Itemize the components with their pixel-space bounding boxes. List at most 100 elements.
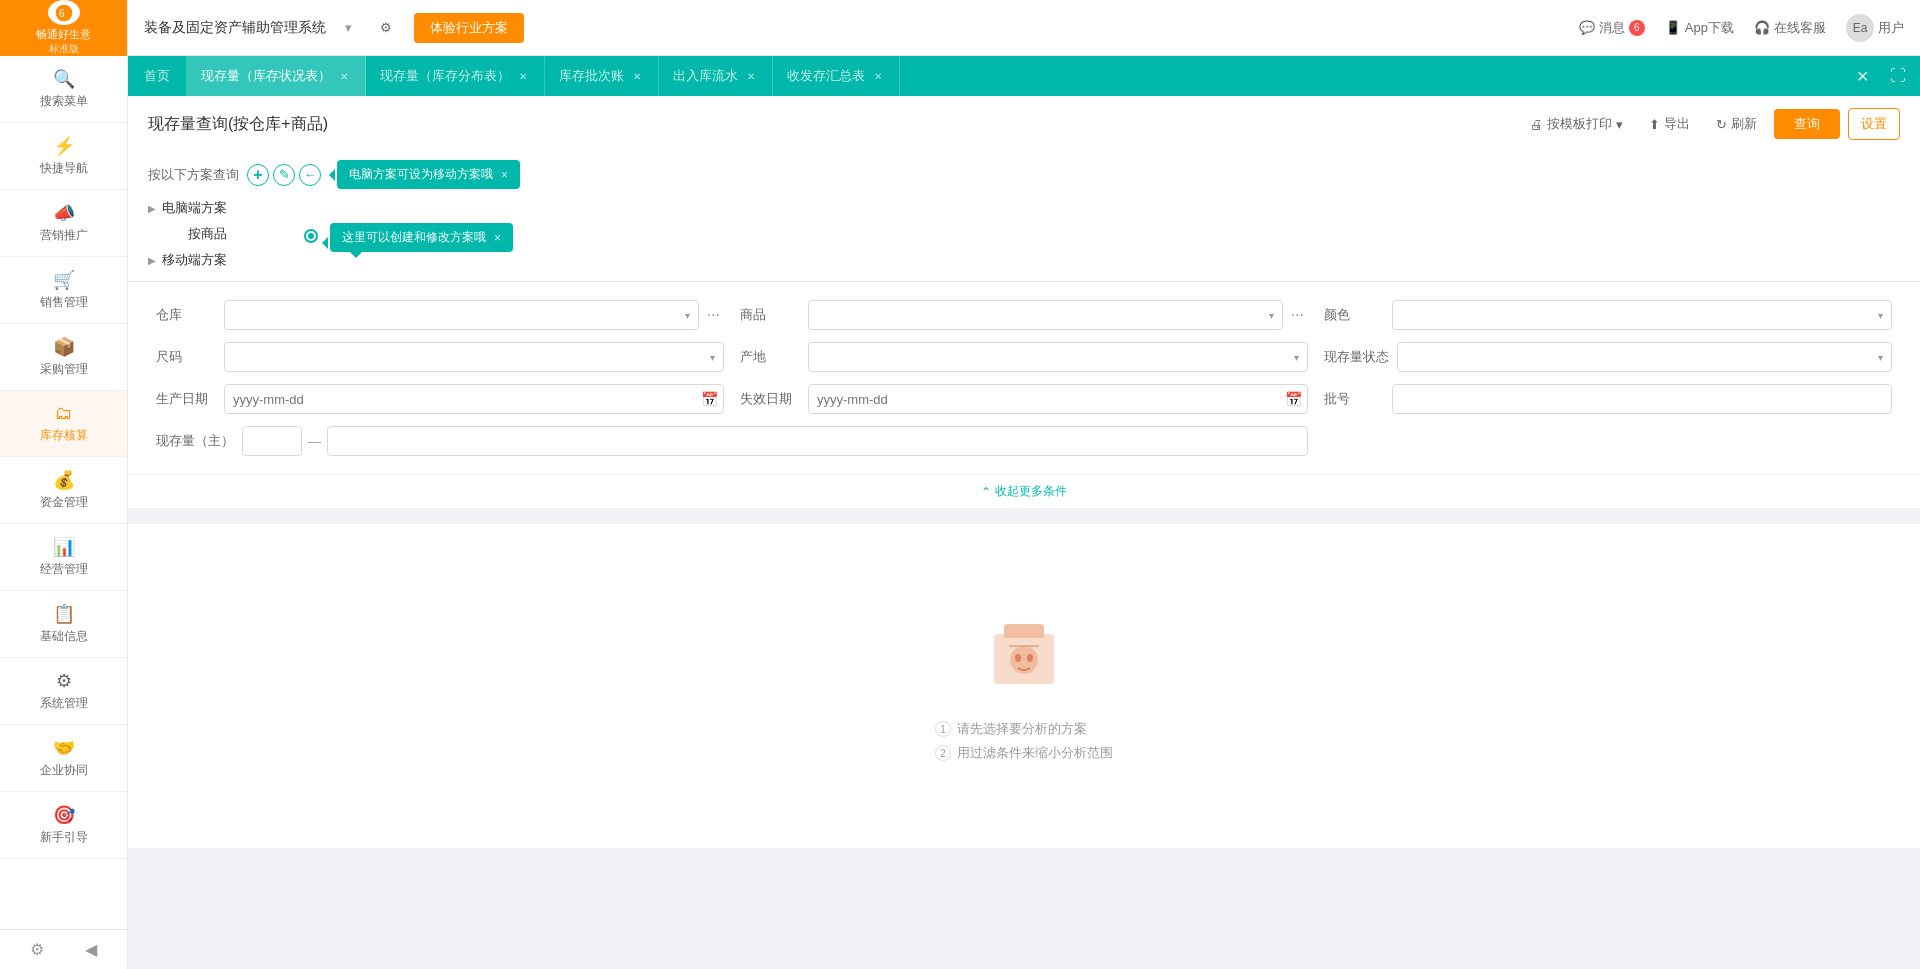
print-label: 按模板打印 <box>1547 115 1612 133</box>
tab-inventory-status-close[interactable]: ✕ <box>337 69 351 83</box>
add-scheme-icon[interactable]: + <box>247 164 269 186</box>
setup-btn[interactable]: 设置 <box>1848 108 1900 140</box>
sidebar-item-search-menu[interactable]: 🔍 搜索菜单 <box>0 56 127 123</box>
header-left: 装备及固定资产辅助管理系统 ▾ ⚙ 体验行业方案 <box>144 12 524 44</box>
header-gear-icon[interactable]: ⚙ <box>370 12 402 44</box>
tooltip1-close[interactable]: × <box>501 168 508 182</box>
goods-label: 商品 <box>740 306 800 324</box>
form-item-goods: 商品 ▾ ··· <box>732 294 1316 336</box>
sidebar-item-guide[interactable]: 🎯 新手引导 <box>0 792 127 859</box>
sidebar-item-inventory[interactable]: 🗂 库存核算 <box>0 391 127 457</box>
arrow-scheme-icon[interactable]: ← <box>299 164 321 186</box>
expire-date-label: 失效日期 <box>740 390 800 408</box>
sidebar-item-label: 库存核算 <box>40 427 88 444</box>
scheme-sub-goods[interactable]: 按商品 <box>168 221 318 247</box>
tab-in-out-flow[interactable]: 出入库流水 ✕ <box>659 56 773 96</box>
message-action[interactable]: 💬 消息 6 <box>1579 19 1645 37</box>
tab-inventory-dist[interactable]: 现存量（库存分布表） ✕ <box>366 56 545 96</box>
tooltip2-text: 这里可以创建和修改方案哦 <box>342 229 486 246</box>
batch-no-input[interactable] <box>1392 384 1892 414</box>
size-select[interactable]: ▾ <box>224 342 724 372</box>
warehouse-dots-icon[interactable]: ··· <box>703 306 724 324</box>
empty-tip2-text: 用过滤条件来缩小分析范围 <box>957 744 1113 762</box>
tooltip2-close[interactable]: × <box>494 231 501 245</box>
expire-date-input[interactable] <box>808 384 1308 414</box>
system-dropdown-btn[interactable]: ▾ <box>338 18 358 38</box>
goods-select[interactable]: ▾ <box>808 300 1283 330</box>
page-title: 现存量查询(按仓库+商品) <box>148 114 328 135</box>
inventory-max-input[interactable] <box>327 426 1308 456</box>
user-label: 用户 <box>1878 19 1904 37</box>
chevron-up-icon: ⌃ <box>981 485 991 499</box>
sidebar-item-basic-info[interactable]: 📋 基础信息 <box>0 591 127 658</box>
empty-tip-1: 1 请先选择要分析的方案 <box>935 720 1113 738</box>
sidebar-item-system[interactable]: ⚙ 系统管理 <box>0 658 127 725</box>
goods-dots-icon[interactable]: ··· <box>1287 306 1308 324</box>
refresh-btn[interactable]: ↻ 刷新 <box>1707 110 1766 138</box>
tip-num-1: 1 <box>935 721 951 737</box>
sidebar-item-operations[interactable]: 📊 经营管理 <box>0 524 127 591</box>
sidebar-item-finance[interactable]: 💰 资金管理 <box>0 457 127 524</box>
prod-date-label: 生产日期 <box>156 390 216 408</box>
tab-in-out-flow-close[interactable]: ✕ <box>744 69 758 83</box>
export-icon: ⬆ <box>1649 117 1660 132</box>
origin-select[interactable]: ▾ <box>808 342 1308 372</box>
sidebar-item-marketing[interactable]: 📣 营销推广 <box>0 190 127 257</box>
operations-icon: 📊 <box>53 536 75 558</box>
mobile-arrow-icon: ▶ <box>148 255 156 266</box>
filter-top-row: 按以下方案查询 + ✎ ← 电脑方案可设为移动方案哦 × <box>148 152 1900 189</box>
tab-batch-ledger[interactable]: 库存批次账 ✕ <box>545 56 659 96</box>
form-item-batch-no: 批号 <box>1316 378 1900 420</box>
goods-chevron-icon: ▾ <box>1269 310 1274 321</box>
tab-batch-ledger-close[interactable]: ✕ <box>630 69 644 83</box>
message-label: 消息 <box>1599 19 1625 37</box>
export-btn[interactable]: ⬆ 导出 <box>1640 110 1699 138</box>
page-body: 现存量查询(按仓库+商品) 🖨 按模板打印 ▾ ⬆ 导出 ↻ 刷新 <box>128 96 1920 969</box>
print-icon: 🖨 <box>1530 117 1543 132</box>
print-btn[interactable]: 🖨 按模板打印 ▾ <box>1521 110 1632 138</box>
sidebar-item-label: 系统管理 <box>40 695 88 712</box>
edit-scheme-icon[interactable]: ✎ <box>273 164 295 186</box>
svg-point-5 <box>1015 654 1021 662</box>
prod-date-input[interactable] <box>224 384 724 414</box>
collapse-sidebar-icon[interactable]: ◀ <box>85 940 97 959</box>
tab-collection-summary[interactable]: 收发存汇总表 ✕ <box>773 56 900 96</box>
scheme-desktop[interactable]: ▶ 电脑端方案 <box>148 195 318 221</box>
prod-date-calendar-icon: 📅 <box>701 391 718 407</box>
refresh-label: 刷新 <box>1731 115 1757 133</box>
tab-home[interactable]: 首页 <box>128 56 187 96</box>
online-support-action[interactable]: 🎧 在线客服 <box>1754 19 1826 37</box>
sidebar-item-label: 营销推广 <box>40 227 88 244</box>
enterprise-icon: 🤝 <box>53 737 75 759</box>
tab-home-label: 首页 <box>144 67 170 85</box>
stock-status-select[interactable]: ▾ <box>1397 342 1892 372</box>
origin-label: 产地 <box>740 348 800 366</box>
query-btn[interactable]: 查询 <box>1774 109 1840 139</box>
settings-footer-icon[interactable]: ⚙ <box>30 940 44 959</box>
collapse-bar[interactable]: ⌃ 收起更多条件 <box>128 474 1920 508</box>
inventory-min-input[interactable] <box>242 426 302 456</box>
tooltip2: 这里可以创建和修改方案哦 × <box>330 223 513 252</box>
sidebar-item-purchase[interactable]: 📦 采购管理 <box>0 324 127 391</box>
form-item-prod-date: 生产日期 📅 <box>148 378 732 420</box>
scheme-area: ▶ 电脑端方案 按商品 ▶ 移动端方案 <box>148 189 1900 281</box>
header-right: 💬 消息 6 📱 App下载 🎧 在线客服 Ea 用户 <box>1579 14 1904 42</box>
user-action[interactable]: Ea 用户 <box>1846 14 1904 42</box>
warehouse-select[interactable]: ▾ <box>224 300 699 330</box>
page-actions: 🖨 按模板打印 ▾ ⬆ 导出 ↻ 刷新 查询 设置 <box>1521 108 1900 140</box>
close-all-tabs-icon[interactable]: ✕ <box>1848 62 1876 90</box>
color-select[interactable]: ▾ <box>1392 300 1892 330</box>
page-title-row: 现存量查询(按仓库+商品) 🖨 按模板打印 ▾ ⬆ 导出 ↻ 刷新 <box>148 108 1900 140</box>
tab-collection-summary-close[interactable]: ✕ <box>871 69 885 83</box>
tab-inventory-status[interactable]: 现存量（库存状况表） ✕ <box>187 56 366 96</box>
expand-tab-icon[interactable]: ⛶ <box>1884 62 1912 90</box>
app-download-action[interactable]: 📱 App下载 <box>1665 19 1734 37</box>
industry-btn[interactable]: 体验行业方案 <box>414 13 524 43</box>
empty-tip-2: 2 用过滤条件来缩小分析范围 <box>935 744 1113 762</box>
tab-inventory-dist-close[interactable]: ✕ <box>516 69 530 83</box>
sidebar-item-sales[interactable]: 🛒 销售管理 <box>0 257 127 324</box>
sidebar-item-quick-nav[interactable]: ⚡ 快捷导航 <box>0 123 127 190</box>
scheme-mobile[interactable]: ▶ 移动端方案 <box>148 247 318 273</box>
sidebar-item-label: 新手引导 <box>40 829 88 846</box>
sidebar-item-enterprise[interactable]: 🤝 企业协同 <box>0 725 127 792</box>
